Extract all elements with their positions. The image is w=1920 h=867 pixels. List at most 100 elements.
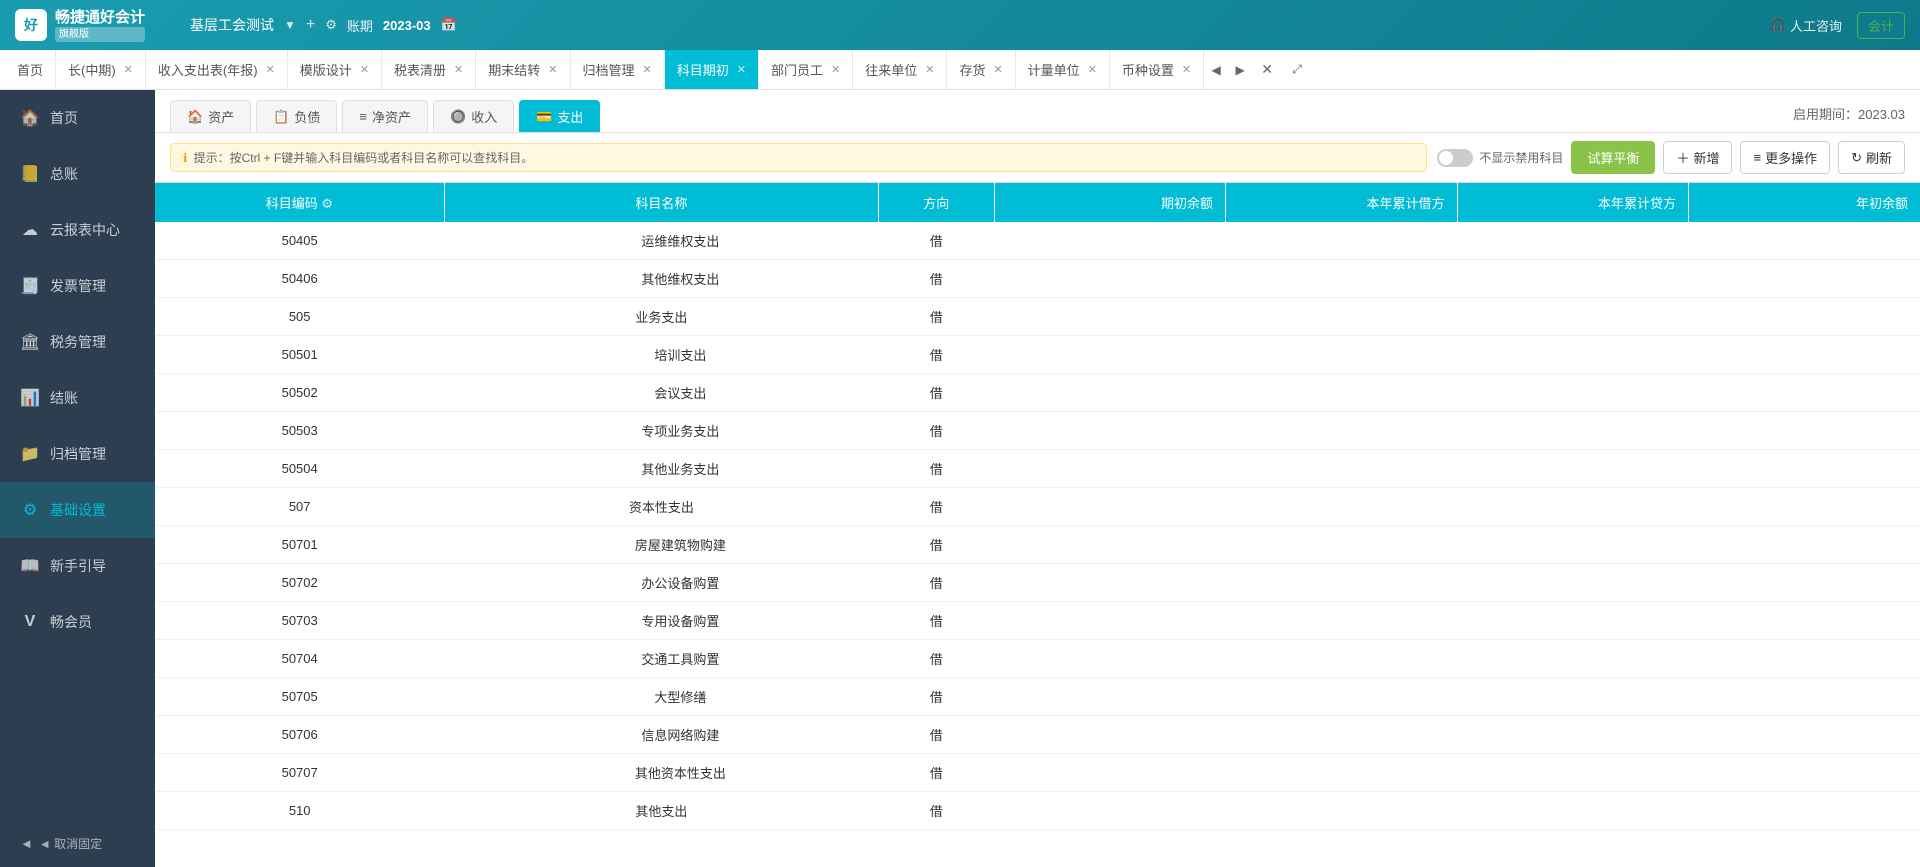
- cell-ytd-credit: [1457, 374, 1688, 412]
- tab-label: 期末结转: [488, 60, 540, 79]
- table-row[interactable]: 50703专用设备购置借: [155, 602, 1920, 640]
- cell-direction: 借: [878, 526, 994, 564]
- sidebar-item-close-period[interactable]: 📊 结账: [0, 370, 155, 426]
- tab-close-icon[interactable]: ✕: [360, 63, 369, 76]
- support-button[interactable]: 🎧 人工咨询: [1770, 16, 1842, 35]
- sidebar-item-invoice[interactable]: 🧾 发票管理: [0, 258, 155, 314]
- tab-currency[interactable]: 币种设置 ✕: [1110, 50, 1204, 90]
- unpin-button[interactable]: ◄ ◄ 取消固定: [0, 820, 155, 867]
- cell-opening-balance: [994, 450, 1225, 488]
- company-dropdown-icon[interactable]: ▼: [284, 18, 296, 32]
- tab-close-icon[interactable]: ✕: [1182, 63, 1191, 76]
- tab-units[interactable]: 计量单位 ✕: [1016, 50, 1110, 90]
- table-row[interactable]: 50501培训支出借: [155, 336, 1920, 374]
- tab-close-icon[interactable]: ✕: [454, 63, 463, 76]
- sidebar: 🏠 首页 📒 总账 ☁ 云报表中心 🧾 发票管理 🏛 税务管理 📊 结账 📁 归…: [0, 90, 155, 867]
- table-row[interactable]: 50405运维维权支出借: [155, 222, 1920, 260]
- tab-dept-staff[interactable]: 部门员工 ✕: [759, 50, 853, 90]
- period-info: 启用期间：2023.03: [1793, 104, 1905, 129]
- toggle-track[interactable]: [1437, 149, 1473, 167]
- tab-home[interactable]: 首页: [5, 50, 56, 90]
- tab-tax[interactable]: 税表清册 ✕: [382, 50, 476, 90]
- col-settings-icon[interactable]: ⚙: [321, 196, 333, 211]
- cell-name: 办公设备购置: [444, 564, 878, 602]
- cell-ytd-credit: [1457, 792, 1688, 830]
- sidebar-item-home[interactable]: 🏠 首页: [0, 90, 155, 146]
- more-button[interactable]: ≡ 更多操作: [1740, 141, 1830, 174]
- subtab-income[interactable]: 🔘 收入: [433, 100, 514, 132]
- table-row[interactable]: 505业务支出借: [155, 298, 1920, 336]
- sidebar-item-ledger[interactable]: 📒 总账: [0, 146, 155, 202]
- table-row[interactable]: 50502会议支出借: [155, 374, 1920, 412]
- tab-close-icon[interactable]: ✕: [643, 63, 652, 76]
- table-row[interactable]: 50504其他业务支出借: [155, 450, 1920, 488]
- table-row[interactable]: 50706信息网络购建借: [155, 716, 1920, 754]
- tab-inventory[interactable]: 存货 ✕: [947, 50, 1015, 90]
- cell-code: 507: [155, 488, 444, 526]
- tab-close-icon[interactable]: ✕: [548, 63, 557, 76]
- tab-archive[interactable]: 归档管理 ✕: [571, 50, 665, 90]
- subtab-expense[interactable]: 💳 支出: [519, 100, 600, 132]
- sidebar-label: 云报表中心: [50, 220, 120, 240]
- tab-next-btn[interactable]: ▶: [1228, 50, 1252, 90]
- tab-contacts[interactable]: 往来单位 ✕: [853, 50, 947, 90]
- sidebar-item-settings[interactable]: ⚙ 基础设置: [0, 482, 155, 538]
- tab-template[interactable]: 模版设计 ✕: [288, 50, 382, 90]
- table-row[interactable]: 50707其他资本性支出借: [155, 754, 1920, 792]
- cell-code: 50406: [155, 260, 444, 298]
- tab-close-icon[interactable]: ✕: [266, 63, 275, 76]
- logo-text: 畅捷通好会计 旗舰版: [55, 8, 145, 43]
- toolbar: ℹ 提示：按Ctrl + F键并输入科目编码或者科目名称可以查找科目。 不显示禁…: [155, 133, 1920, 183]
- tab-income-report[interactable]: 收入支出表(年报) ✕: [146, 50, 288, 90]
- table-row[interactable]: 50702办公设备购置借: [155, 564, 1920, 602]
- sidebar-item-guide[interactable]: 📖 新手引导: [0, 538, 155, 594]
- cell-ytd-debit: [1226, 336, 1457, 374]
- sidebar-item-vip[interactable]: V 畅会员: [0, 594, 155, 650]
- subtab-net-assets[interactable]: ≡ 净资产: [342, 100, 428, 132]
- table-row[interactable]: 510其他支出借: [155, 792, 1920, 830]
- invoice-icon: 🧾: [20, 276, 40, 296]
- sidebar-item-cloud-report[interactable]: ☁ 云报表中心: [0, 202, 155, 258]
- settings-icon[interactable]: ⚙: [325, 17, 337, 33]
- table-row[interactable]: 50701房屋建筑物购建借: [155, 526, 1920, 564]
- add-button[interactable]: ＋ 新增: [1663, 141, 1732, 174]
- cell-ytd-debit: [1226, 298, 1457, 336]
- tab-close-icon[interactable]: ✕: [831, 63, 840, 76]
- tab-midterm[interactable]: 长(中期) ✕: [56, 50, 146, 90]
- tab-close-icon[interactable]: ✕: [993, 63, 1002, 76]
- table-row[interactable]: 507资本性支出借: [155, 488, 1920, 526]
- tab-close-icon[interactable]: ✕: [737, 63, 746, 76]
- tab-expand-btn[interactable]: ⤢: [1282, 50, 1312, 90]
- sidebar-item-archive[interactable]: 📁 归档管理: [0, 426, 155, 482]
- add-company-btn[interactable]: +: [306, 16, 315, 34]
- tab-prev-btn[interactable]: ◀: [1204, 50, 1228, 90]
- subtab-assets[interactable]: 🏠 资产: [170, 100, 251, 132]
- col-header-name: 科目名称: [444, 183, 878, 222]
- toggle-disable-subjects[interactable]: 不显示禁用科目: [1437, 149, 1563, 167]
- tab-period-end[interactable]: 期末结转 ✕: [476, 50, 570, 90]
- table-row[interactable]: 50406其他维权支出借: [155, 260, 1920, 298]
- calendar-icon[interactable]: 📅: [441, 17, 457, 33]
- period-label: 账期: [347, 16, 373, 35]
- tab-close-all-btn[interactable]: ✕: [1252, 50, 1282, 90]
- refresh-button[interactable]: ↻ 刷新: [1838, 141, 1905, 174]
- sidebar-label: 发票管理: [50, 276, 106, 296]
- balance-button[interactable]: 试算平衡: [1571, 141, 1655, 174]
- tab-close-icon[interactable]: ✕: [925, 63, 934, 76]
- table-row[interactable]: 50503专项业务支出借: [155, 412, 1920, 450]
- table-row[interactable]: 50705大型修缮借: [155, 678, 1920, 716]
- cell-direction: 借: [878, 374, 994, 412]
- account-badge[interactable]: 会计: [1857, 12, 1905, 39]
- sidebar-item-tax[interactable]: 🏛 税务管理: [0, 314, 155, 370]
- toggle-label: 不显示禁用科目: [1479, 149, 1563, 166]
- cell-name: 交通工具购置: [444, 640, 878, 678]
- tab-close-icon[interactable]: ✕: [124, 63, 133, 76]
- subtab-liabilities[interactable]: 📋 负债: [256, 100, 337, 132]
- cell-year-opening: [1689, 412, 1920, 450]
- tab-subject-init[interactable]: 科目期初 ✕: [665, 50, 759, 90]
- tab-label: 首页: [17, 60, 43, 79]
- tab-close-icon[interactable]: ✕: [1088, 63, 1097, 76]
- tab-label: 往来单位: [865, 60, 917, 79]
- table-row[interactable]: 50704交通工具购置借: [155, 640, 1920, 678]
- cell-direction: 借: [878, 716, 994, 754]
